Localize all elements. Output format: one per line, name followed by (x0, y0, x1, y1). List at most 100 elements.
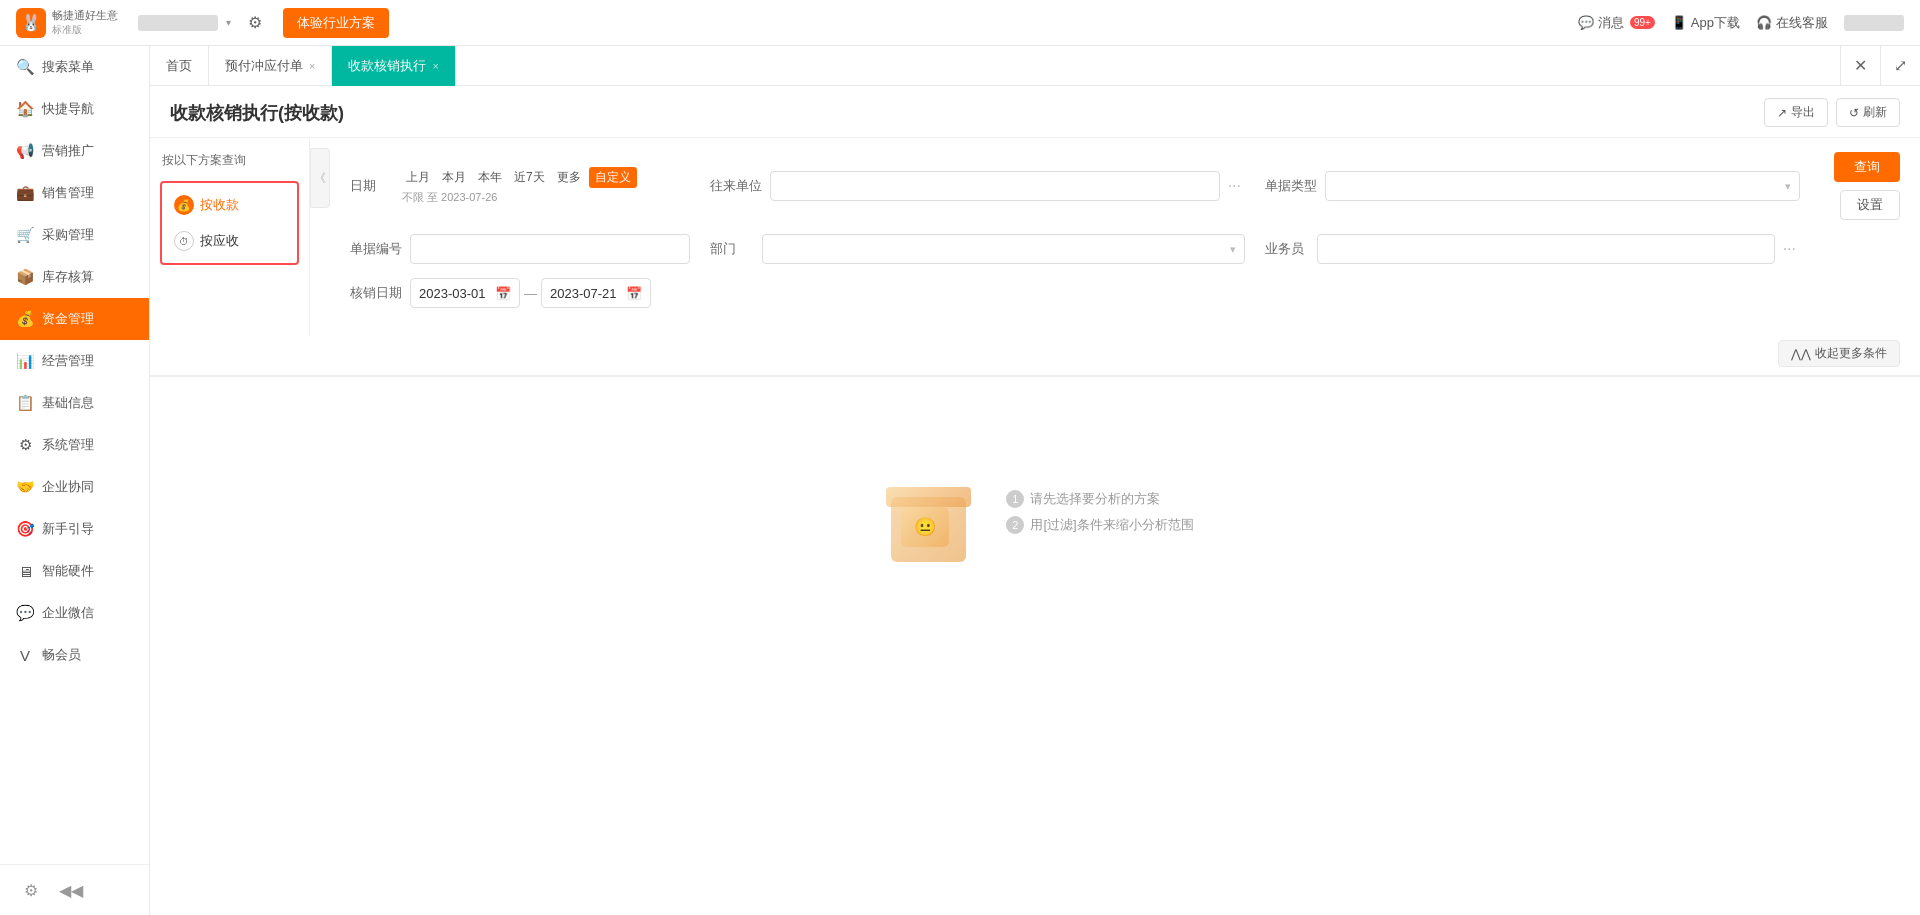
sidebar-label-member: 畅会员 (42, 646, 81, 664)
refresh-button[interactable]: ↺ 刷新 (1836, 98, 1900, 127)
sales-icon: 💼 (16, 184, 34, 202)
chevron-down-icon: ▾ (226, 17, 231, 28)
sidebar-settings-btn[interactable]: ⚙ (16, 875, 46, 905)
shortcut-this-year[interactable]: 本年 (474, 167, 506, 188)
tab-prepay[interactable]: 预付冲应付单 × (209, 46, 332, 86)
counterparty-more-btn[interactable]: ··· (1224, 177, 1245, 195)
tab-close-btn[interactable]: ✕ (1840, 46, 1880, 86)
query-button[interactable]: 查询 (1834, 152, 1900, 182)
box-lid (886, 487, 971, 507)
online-service-label: 在线客服 (1776, 14, 1828, 32)
salesperson-field: 业务员 ··· (1265, 234, 1800, 264)
sidebar-label-guide: 新手引导 (42, 520, 94, 538)
salesperson-label: 业务员 (1265, 240, 1309, 258)
sidebar-item-sales[interactable]: 💼 销售管理 (0, 172, 149, 214)
main-layout: 🔍 搜索菜单 🏠 快捷导航 📢 营销推广 💼 销售管理 🛒 采购管理 📦 库存核… (0, 46, 1920, 915)
sidebar-item-inventory[interactable]: 📦 库存核算 (0, 256, 149, 298)
wechat-icon: 💬 (16, 604, 34, 622)
settings-icon[interactable]: ⚙ (239, 7, 271, 39)
sidebar-item-finance[interactable]: 💰 资金管理 (0, 298, 149, 340)
sidebar-label-collab: 企业协同 (42, 478, 94, 496)
doc-no-field: 单据编号 (350, 234, 690, 264)
shortcut-custom[interactable]: 自定义 (589, 167, 637, 188)
export-icon: ↗ (1777, 106, 1787, 120)
sidebar-item-purchase[interactable]: 🛒 采购管理 (0, 214, 149, 256)
doc-no-label: 单据编号 (350, 240, 402, 258)
empty-illustration-wrap: 😐 1 请先选择要分析的方案 2 用[过滤]条件来缩小分析范围 (876, 457, 1193, 567)
date-unlimited: 不限 至 2023-07-26 (402, 190, 637, 205)
sidebar-item-operations[interactable]: 📊 经营管理 (0, 340, 149, 382)
tab-bar-actions: ✕ ⤢ (1840, 46, 1920, 86)
sidebar-item-basic[interactable]: 📋 基础信息 (0, 382, 149, 424)
service-icon: 🎧 (1756, 15, 1772, 30)
tab-bar: 首页 预付冲应付单 × 收款核销执行 × ✕ ⤢ (150, 46, 1920, 86)
verify-date-label: 核销日期 (350, 284, 402, 302)
doc-type-arrow: ▾ (1785, 180, 1791, 193)
tab-maximize-btn[interactable]: ⤢ (1880, 46, 1920, 86)
sidebar-item-wechat[interactable]: 💬 企业微信 (0, 592, 149, 634)
date-shortcuts: 上月 本月 本年 近7天 更多 自定义 (402, 167, 637, 188)
sidebar-label-hardware: 智能硬件 (42, 562, 94, 580)
app-download-btn[interactable]: 📱 App下载 (1671, 14, 1740, 32)
box-face: 😐 (901, 507, 949, 547)
export-button[interactable]: ↗ 导出 (1764, 98, 1828, 127)
department-select[interactable]: ▾ (762, 234, 1245, 264)
shortcut-7days[interactable]: 近7天 (510, 167, 549, 188)
filter-collapse-btn[interactable]: 《 (310, 148, 330, 208)
counterparty-label: 往来单位 (710, 177, 762, 195)
date-separator: — (524, 286, 537, 301)
verify-date-end[interactable]: 2023-07-21 📅 (541, 278, 651, 308)
end-calendar-icon[interactable]: 📅 (626, 286, 642, 301)
page-content: 收款核销执行(按收款) ↗ 导出 ↺ 刷新 (150, 86, 1920, 915)
shortcut-this-month[interactable]: 本月 (438, 167, 470, 188)
sidebar-item-member[interactable]: V 畅会员 (0, 634, 149, 676)
sidebar-item-search[interactable]: 🔍 搜索菜单 (0, 46, 149, 88)
app-name: 畅捷通好生意 (52, 8, 118, 22)
start-calendar-icon[interactable]: 📅 (495, 286, 511, 301)
doc-type-select[interactable]: ▾ (1325, 171, 1800, 201)
app-logo: 🐰 畅捷通好生意 标准版 (16, 8, 118, 38)
sidebar-item-collab[interactable]: 🤝 企业协同 (0, 466, 149, 508)
tab-receipt-close[interactable]: × (432, 60, 438, 72)
tab-receipt[interactable]: 收款核销执行 × (332, 46, 455, 86)
filter-row-2: 单据编号 部门 ▾ 业务员 (350, 234, 1900, 264)
filter-settings-button[interactable]: 设置 (1840, 190, 1900, 220)
filter-area: 按以下方案查询 💰 按收款 ⏱ 按应收 (150, 138, 1920, 336)
counterparty-input[interactable] (770, 171, 1220, 201)
sidebar-label-operations: 经营管理 (42, 352, 94, 370)
sidebar-item-marketing[interactable]: 📢 营销推广 (0, 130, 149, 172)
sidebar-item-nav[interactable]: 🏠 快捷导航 (0, 88, 149, 130)
trial-button[interactable]: 体验行业方案 (283, 8, 389, 38)
salesperson-more-btn[interactable]: ··· (1779, 240, 1800, 258)
download-icon: 📱 (1671, 15, 1687, 30)
doc-no-input[interactable] (410, 234, 690, 264)
empty-state: 😐 1 请先选择要分析的方案 2 用[过滤]条件来缩小分析范围 (150, 377, 1920, 627)
filter-option-by-receipt[interactable]: 💰 按收款 (162, 187, 297, 223)
sidebar-collapse-btn[interactable]: ◀◀ (56, 875, 86, 905)
collapse-more-section: ⋀⋀ 收起更多条件 (150, 336, 1920, 376)
tab-prepay-close[interactable]: × (309, 60, 315, 72)
salesperson-input[interactable] (1317, 234, 1775, 264)
shortcut-more[interactable]: 更多 (553, 167, 585, 188)
app-edition: 标准版 (52, 23, 118, 37)
online-service-btn[interactable]: 🎧 在线客服 (1756, 14, 1828, 32)
hardware-icon: 🖥 (16, 563, 34, 580)
refresh-icon: ↺ (1849, 106, 1859, 120)
sidebar-bottom: ⚙ ◀◀ (0, 864, 149, 915)
sidebar-item-system[interactable]: ⚙ 系统管理 (0, 424, 149, 466)
message-btn[interactable]: 💬 消息 99+ (1578, 14, 1655, 32)
collapse-more-label: 收起更多条件 (1815, 345, 1887, 362)
tab-home[interactable]: 首页 (150, 46, 209, 86)
filter-option-by-receivable[interactable]: ⏱ 按应收 (162, 223, 297, 259)
sidebar-item-guide[interactable]: 🎯 新手引导 (0, 508, 149, 550)
user-avatar[interactable] (1844, 15, 1904, 31)
sidebar-label-purchase: 采购管理 (42, 226, 94, 244)
sidebar-item-hardware[interactable]: 🖥 智能硬件 (0, 550, 149, 592)
receipt-icon: 💰 (174, 195, 194, 215)
shortcut-last-month[interactable]: 上月 (402, 167, 434, 188)
verify-date-start[interactable]: 2023-03-01 📅 (410, 278, 520, 308)
sidebar-label-basic: 基础信息 (42, 394, 94, 412)
collapse-more-btn[interactable]: ⋀⋀ 收起更多条件 (1778, 340, 1900, 367)
company-selector[interactable]: ▾ (138, 15, 231, 31)
filter-sidebar: 按以下方案查询 💰 按收款 ⏱ 按应收 (150, 138, 310, 336)
